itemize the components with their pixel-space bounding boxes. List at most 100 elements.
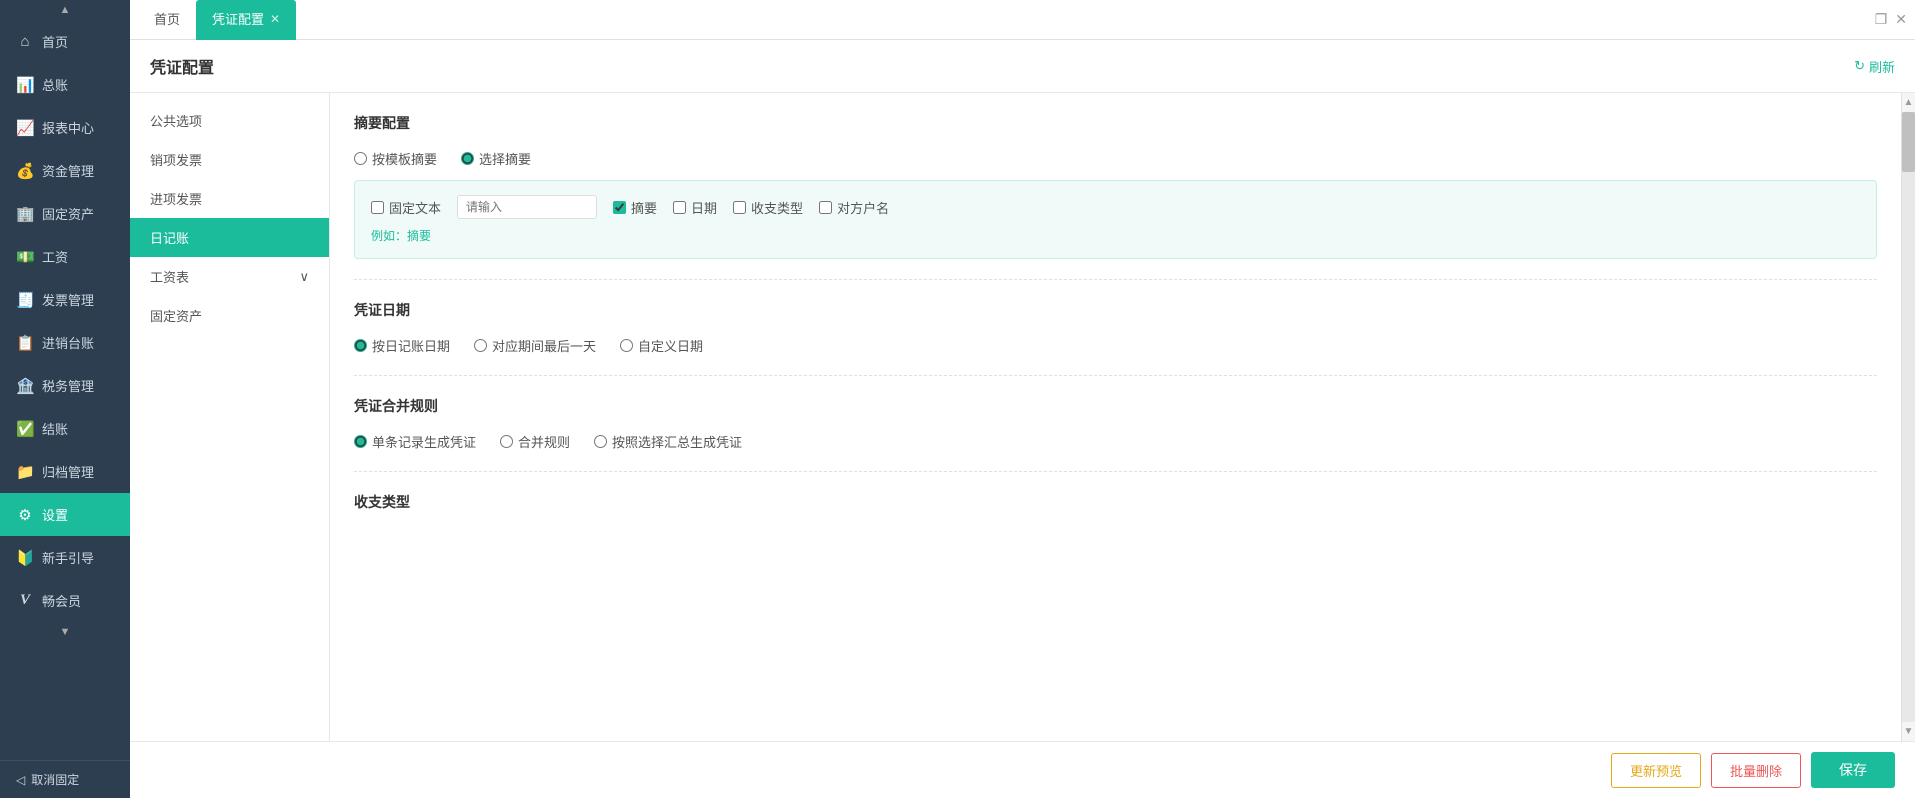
refresh-button[interactable]: ↻ 刷新: [1854, 57, 1895, 76]
outer-scrollbar[interactable]: ▲ ▼: [1901, 93, 1915, 741]
merge-rules-section: 凭证合并规则 单条记录生成凭证 合并规则 按照选择汇总生成凭证: [354, 396, 1877, 472]
update-preview-button[interactable]: 更新预览: [1611, 753, 1701, 788]
last-day-label: 对应期间最后一天: [492, 336, 596, 355]
example-text: 例如：摘要: [371, 227, 1860, 244]
sidebar-item-funds[interactable]: 💰 资金管理: [0, 149, 130, 192]
sidebar-item-ledger[interactable]: 📊 总账: [0, 63, 130, 106]
radio-select[interactable]: 选择摘要: [461, 149, 531, 168]
scroll-track: [1902, 112, 1915, 722]
sidebar-item-tax-mgmt[interactable]: 🏦 税务管理: [0, 364, 130, 407]
sidebar-item-label: 总账: [42, 75, 68, 94]
checkbox-counterparty[interactable]: 对方户名: [819, 198, 889, 217]
restore-icon[interactable]: ❐: [1875, 11, 1888, 28]
checkbox-counterparty-input[interactable]: [819, 201, 832, 214]
radio-single-input[interactable]: [354, 435, 367, 448]
radio-single[interactable]: 单条记录生成凭证: [354, 432, 476, 451]
summary-checkbox-row: 固定文本 摘要 日期: [371, 195, 1860, 219]
page-content: 凭证配置 ↻ 刷新 公共选项 销项发票 进项发票 日记账: [130, 40, 1915, 798]
summary-radio-group: 按模板摘要 选择摘要: [354, 149, 1877, 168]
sidebar-item-settings[interactable]: ⚙ 设置: [0, 493, 130, 536]
scroll-down-btn[interactable]: ▼: [1902, 722, 1915, 741]
main-area: 首页 凭证配置 ✕ ❐ ✕ 凭证配置 ↻ 刷新 公共选项: [130, 0, 1915, 798]
cancel-pin-label: 取消固定: [31, 771, 79, 788]
scroll-up-btn[interactable]: ▲: [1902, 93, 1915, 112]
radio-merge-input[interactable]: [500, 435, 513, 448]
tab-home[interactable]: 首页: [138, 0, 196, 40]
radio-group-merge[interactable]: 按照选择汇总生成凭证: [594, 432, 742, 451]
sidebar-item-reports[interactable]: 📈 报表中心: [0, 106, 130, 149]
radio-template-label: 按模板摘要: [372, 149, 437, 168]
tab-voucher-config[interactable]: 凭证配置 ✕: [196, 0, 296, 40]
sidebar-scroll-down[interactable]: ▼: [0, 622, 130, 642]
sidebar-scroll-up[interactable]: ▲: [0, 0, 130, 20]
sidebar-item-fixed-assets[interactable]: 🏢 固定资产: [0, 192, 130, 235]
left-nav-journal[interactable]: 日记账: [130, 218, 329, 257]
sidebar-item-label: 新手引导: [42, 548, 94, 567]
checkbox-fixed-text[interactable]: 固定文本: [371, 198, 441, 217]
checkbox-date[interactable]: 日期: [673, 198, 717, 217]
checkbox-date-input[interactable]: [673, 201, 686, 214]
sidebar: ▲ ⌂ 首页 📊 总账 📈 报表中心 💰 资金管理 🏢 固定资产 💵 工资 🧾 …: [0, 0, 130, 798]
left-nav-purchase-invoice[interactable]: 进项发票: [130, 179, 329, 218]
guide-icon: 🔰: [16, 549, 34, 567]
single-label: 单条记录生成凭证: [372, 432, 476, 451]
tab-close-icon[interactable]: ✕: [270, 12, 280, 26]
page-title: 凭证配置: [150, 54, 214, 78]
radio-group-merge-input[interactable]: [594, 435, 607, 448]
checkbox-income-type-input[interactable]: [733, 201, 746, 214]
settings-icon: ⚙: [16, 506, 34, 524]
radio-template-input[interactable]: [354, 152, 367, 165]
sidebar-item-wages[interactable]: 💵 工资: [0, 235, 130, 278]
summary-config-section: 摘要配置 按模板摘要 选择摘要: [354, 113, 1877, 280]
radio-custom-date-input[interactable]: [620, 339, 633, 352]
sidebar-item-invoice-mgmt[interactable]: 🧾 发票管理: [0, 278, 130, 321]
date-label: 日期: [691, 198, 717, 217]
income-type-title: 收支类型: [354, 492, 1877, 512]
sidebar-item-label: 归档管理: [42, 462, 94, 481]
summary-config-title: 摘要配置: [354, 113, 1877, 133]
sidebar-item-label: 工资: [42, 247, 68, 266]
right-panel: 摘要配置 按模板摘要 选择摘要: [330, 93, 1901, 741]
sidebar-item-label: 发票管理: [42, 290, 94, 309]
radio-journal-date[interactable]: 按日记账日期: [354, 336, 450, 355]
sidebar-item-settlement[interactable]: ✅ 结账: [0, 407, 130, 450]
left-nav-sales-invoice[interactable]: 销项发票: [130, 140, 329, 179]
sidebar-item-member[interactable]: V 畅会员: [0, 579, 130, 622]
radio-select-input[interactable]: [461, 152, 474, 165]
sidebar-item-sales-ledger[interactable]: 📋 进销台账: [0, 321, 130, 364]
radio-journal-date-input[interactable]: [354, 339, 367, 352]
left-nav-fixed-assets[interactable]: 固定资产: [130, 296, 329, 335]
tax-icon: 🏦: [16, 377, 34, 395]
fixed-text-label: 固定文本: [389, 198, 441, 217]
radio-custom-date[interactable]: 自定义日期: [620, 336, 703, 355]
group-merge-label: 按照选择汇总生成凭证: [612, 432, 742, 451]
radio-merge[interactable]: 合并规则: [500, 432, 570, 451]
sidebar-item-label: 资金管理: [42, 161, 94, 180]
income-type-section: 收支类型: [354, 492, 1877, 548]
checkbox-summary[interactable]: 摘要: [613, 198, 657, 217]
radio-select-label: 选择摘要: [479, 149, 531, 168]
radio-template[interactable]: 按模板摘要: [354, 149, 437, 168]
sidebar-item-label: 设置: [42, 505, 68, 524]
sidebar-item-home[interactable]: ⌂ 首页: [0, 20, 130, 63]
chevron-down-icon: ∨: [299, 269, 309, 285]
checkbox-income-type[interactable]: 收支类型: [733, 198, 803, 217]
archive-icon: 📁: [16, 463, 34, 481]
content-body: 公共选项 销项发票 进项发票 日记账 工资表 ∨ 固定资产: [130, 93, 1915, 741]
radio-last-day-input[interactable]: [474, 339, 487, 352]
sidebar-item-guide[interactable]: 🔰 新手引导: [0, 536, 130, 579]
left-nav-payroll[interactable]: 工资表 ∨: [130, 257, 329, 296]
sidebar-item-label: 税务管理: [42, 376, 94, 395]
checkbox-summary-input[interactable]: [613, 201, 626, 214]
summary-label: 摘要: [631, 198, 657, 217]
batch-delete-button[interactable]: 批量删除: [1711, 753, 1801, 788]
checkbox-fixed-text-input[interactable]: [371, 201, 384, 214]
scroll-thumb[interactable]: [1902, 112, 1915, 172]
save-button[interactable]: 保存: [1811, 752, 1895, 788]
maximize-icon[interactable]: ✕: [1895, 11, 1907, 28]
summary-text-input[interactable]: [457, 195, 597, 219]
sidebar-cancel-pin[interactable]: ◁ 取消固定: [0, 760, 130, 798]
sidebar-item-archive[interactable]: 📁 归档管理: [0, 450, 130, 493]
radio-last-day[interactable]: 对应期间最后一天: [474, 336, 596, 355]
left-nav-public[interactable]: 公共选项: [130, 101, 329, 140]
